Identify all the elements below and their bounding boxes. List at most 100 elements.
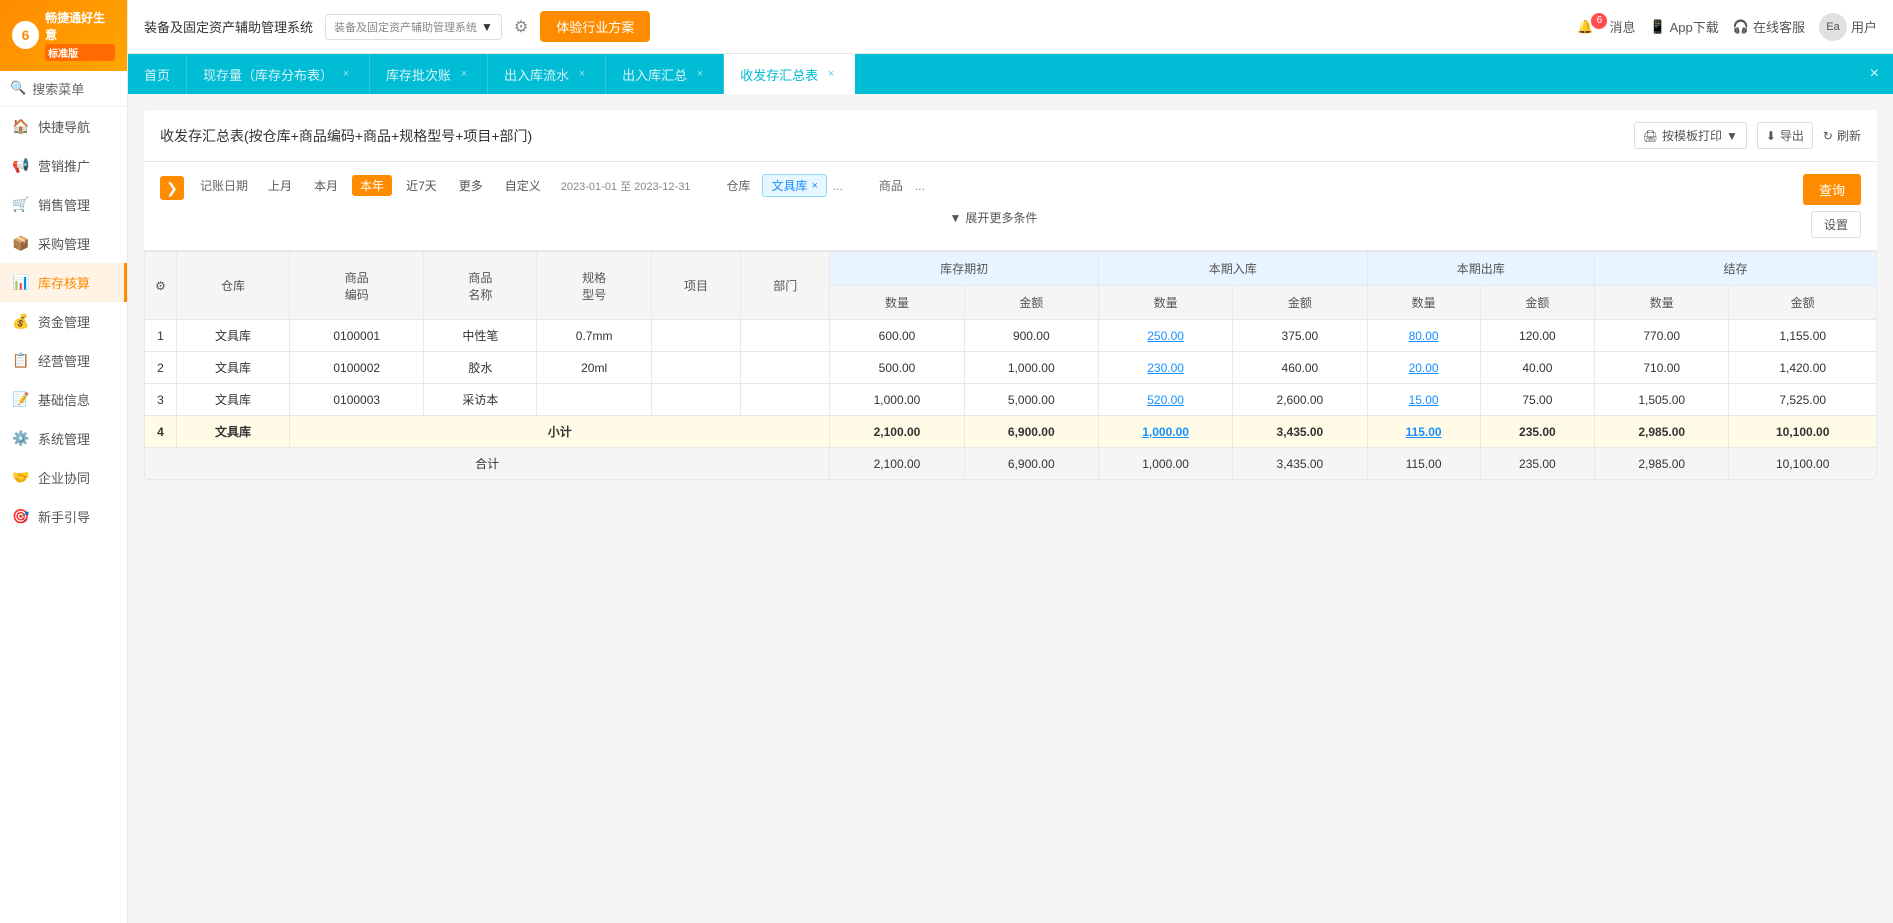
sidebar-search-btn[interactable]: 🔍 搜索菜单 xyxy=(0,71,127,107)
col-opening-header: 库存期初 xyxy=(830,252,1099,286)
row-out-qty[interactable]: 20.00 xyxy=(1367,352,1480,384)
filter-toggle-btn[interactable]: ❯ xyxy=(160,176,184,200)
export-btn[interactable]: ⬇ 导出 xyxy=(1757,122,1813,149)
system-dropdown[interactable]: 装备及固定资产辅助管理系统 ▼ xyxy=(325,14,502,40)
tab-inventory-dist[interactable]: 现存量（库存分布表） × xyxy=(187,54,370,94)
preset-this-month[interactable]: 本月 xyxy=(306,175,346,196)
row-in-qty[interactable]: 230.00 xyxy=(1098,352,1232,384)
tab-home[interactable]: 首页 xyxy=(128,54,187,94)
row-spec: 20ml xyxy=(537,352,651,384)
sidebar-item-sales[interactable]: 🛒 销售管理 xyxy=(0,185,127,224)
warehouse-filter: 文具库 × ... xyxy=(762,174,842,197)
col-settings-icon[interactable]: ⚙ xyxy=(145,252,177,320)
tab-global-close-btn[interactable]: × xyxy=(1856,54,1893,94)
preset-7days[interactable]: 近7天 xyxy=(398,175,445,196)
chevron-down-icon: ▼ xyxy=(950,211,962,225)
tab-close-inventory-dist[interactable]: × xyxy=(339,67,353,81)
date-presets: 上月 本月 本年 近7天 更多 自定义 xyxy=(260,175,549,196)
home-icon: 🏠 xyxy=(12,117,30,135)
sidebar-item-marketing[interactable]: 📢 营销推广 xyxy=(0,146,127,185)
table-row: 1 文具库 0100001 中性笔 0.7mm 600.00 900.00 25… xyxy=(145,320,1877,352)
subtotal-row: 4 文具库 小计 2,100.00 6,900.00 1,000.00 3,43… xyxy=(145,416,1877,448)
tab-close-recv-send-summary[interactable]: × xyxy=(824,67,838,81)
refresh-icon: ↻ xyxy=(1823,129,1833,143)
goods-more-btn[interactable]: ... xyxy=(915,179,925,193)
filter-settings-btn[interactable]: 设置 xyxy=(1811,211,1861,238)
tab-close-batch-ledger[interactable]: × xyxy=(457,67,471,81)
row-in-amt: 2,600.00 xyxy=(1233,384,1367,416)
row-out-amt: 40.00 xyxy=(1480,352,1594,384)
sidebar-item-finance[interactable]: 💰 资金管理 xyxy=(0,302,127,341)
row-num: 2 xyxy=(145,352,177,384)
tab-batch-ledger[interactable]: 库存批次账 × xyxy=(370,54,488,94)
row-out-qty[interactable]: 80.00 xyxy=(1367,320,1480,352)
tab-recv-send-summary[interactable]: 收发存汇总表 × xyxy=(724,54,855,94)
main-content: 收发存汇总表(按仓库+商品编码+商品+规格型号+项目+部门) 🖨 按模板打印 ▼… xyxy=(128,94,1893,923)
row-name: 采访本 xyxy=(424,384,537,416)
table-row: 3 文具库 0100003 采访本 1,000.00 5,000.00 520.… xyxy=(145,384,1877,416)
tab-close-in-out-summary[interactable]: × xyxy=(693,67,707,81)
marketing-icon: 📢 xyxy=(12,156,30,174)
filter-row-2: ▼ 展开更多条件 xyxy=(200,205,1787,230)
sidebar-item-basic[interactable]: 📝 基础信息 xyxy=(0,380,127,419)
total-out-amt: 235.00 xyxy=(1480,448,1594,480)
user-menu-btn[interactable]: Ea 用户 xyxy=(1819,13,1877,41)
subtotal-num: 4 xyxy=(145,416,177,448)
print-btn[interactable]: 🖨 按模板打印 ▼ xyxy=(1634,122,1747,149)
sidebar-item-operation[interactable]: 📋 经营管理 xyxy=(0,341,127,380)
row-open-qty: 500.00 xyxy=(830,352,964,384)
row-in-qty[interactable]: 520.00 xyxy=(1098,384,1232,416)
total-bal-amt: 10,100.00 xyxy=(1729,448,1877,480)
purchase-icon: 📦 xyxy=(12,234,30,252)
preset-more[interactable]: 更多 xyxy=(451,175,491,196)
row-open-qty: 600.00 xyxy=(830,320,964,352)
col-out-header: 本期出库 xyxy=(1367,252,1595,286)
online-service-btn[interactable]: 🎧 在线客服 xyxy=(1733,17,1805,36)
row-project xyxy=(651,320,740,352)
row-in-qty[interactable]: 250.00 xyxy=(1098,320,1232,352)
sidebar-item-system[interactable]: ⚙️ 系统管理 xyxy=(0,419,127,458)
tab-in-out-flow[interactable]: 出入库流水 × xyxy=(488,54,606,94)
tab-close-in-out-flow[interactable]: × xyxy=(575,67,589,81)
sidebar-item-inventory[interactable]: 📊 库存核算 xyxy=(0,263,127,302)
logo-title: 畅捷通好生意 xyxy=(45,10,115,44)
guide-icon: 🎯 xyxy=(12,507,30,525)
preset-custom[interactable]: 自定义 xyxy=(497,175,549,196)
col-code-header: 商品编码 xyxy=(290,252,424,320)
app-download-btn[interactable]: 📱 App下载 xyxy=(1649,17,1718,36)
tab-in-out-summary[interactable]: 出入库汇总 × xyxy=(606,54,724,94)
sidebar-item-purchase[interactable]: 📦 采购管理 xyxy=(0,224,127,263)
row-out-qty[interactable]: 15.00 xyxy=(1367,384,1480,416)
sidebar-item-enterprise[interactable]: 🤝 企业协同 xyxy=(0,458,127,497)
goods-label: 商品 xyxy=(879,177,903,194)
trial-btn[interactable]: 体验行业方案 xyxy=(540,11,650,42)
preset-this-year[interactable]: 本年 xyxy=(352,175,392,196)
query-btn[interactable]: 查询 xyxy=(1803,174,1861,205)
filter-area: ❯ 记账日期 上月 本月 本年 近7天 更多 自定义 2023-01-01 至 … xyxy=(144,162,1877,251)
row-out-amt: 75.00 xyxy=(1480,384,1594,416)
total-bal-qty: 2,985.00 xyxy=(1595,448,1729,480)
row-bal-qty: 770.00 xyxy=(1595,320,1729,352)
row-dept xyxy=(741,352,830,384)
warehouse-more-btn[interactable]: ... xyxy=(833,179,843,193)
expand-filter-btn[interactable]: ▼ 展开更多条件 xyxy=(950,205,1038,230)
warehouse-tag-remove-btn[interactable]: × xyxy=(811,180,817,192)
topbar-actions: 🔔 6 消息 📱 App下载 🎧 在线客服 Ea 用户 xyxy=(1577,13,1877,41)
preset-prev-month[interactable]: 上月 xyxy=(260,175,300,196)
refresh-btn[interactable]: ↻ 刷新 xyxy=(1823,127,1861,144)
row-bal-amt: 1,420.00 xyxy=(1729,352,1877,384)
col-spec-header: 规格型号 xyxy=(537,252,651,320)
settings-gear-icon[interactable]: ⚙ xyxy=(514,17,528,37)
row-code: 0100001 xyxy=(290,320,424,352)
row-code: 0100002 xyxy=(290,352,424,384)
notification-btn[interactable]: 🔔 6 消息 xyxy=(1577,17,1635,36)
sidebar-item-guide[interactable]: 🎯 新手引导 xyxy=(0,497,127,536)
avatar: Ea xyxy=(1819,13,1847,41)
total-label: 合计 xyxy=(145,448,830,480)
sidebar-item-quick-nav[interactable]: 🏠 快捷导航 xyxy=(0,107,127,146)
row-name: 胶水 xyxy=(424,352,537,384)
subtotal-warehouse: 文具库 xyxy=(177,416,290,448)
col-open-amt-header: 金额 xyxy=(964,286,1098,320)
row-warehouse: 文具库 xyxy=(177,320,290,352)
total-open-qty: 2,100.00 xyxy=(830,448,964,480)
